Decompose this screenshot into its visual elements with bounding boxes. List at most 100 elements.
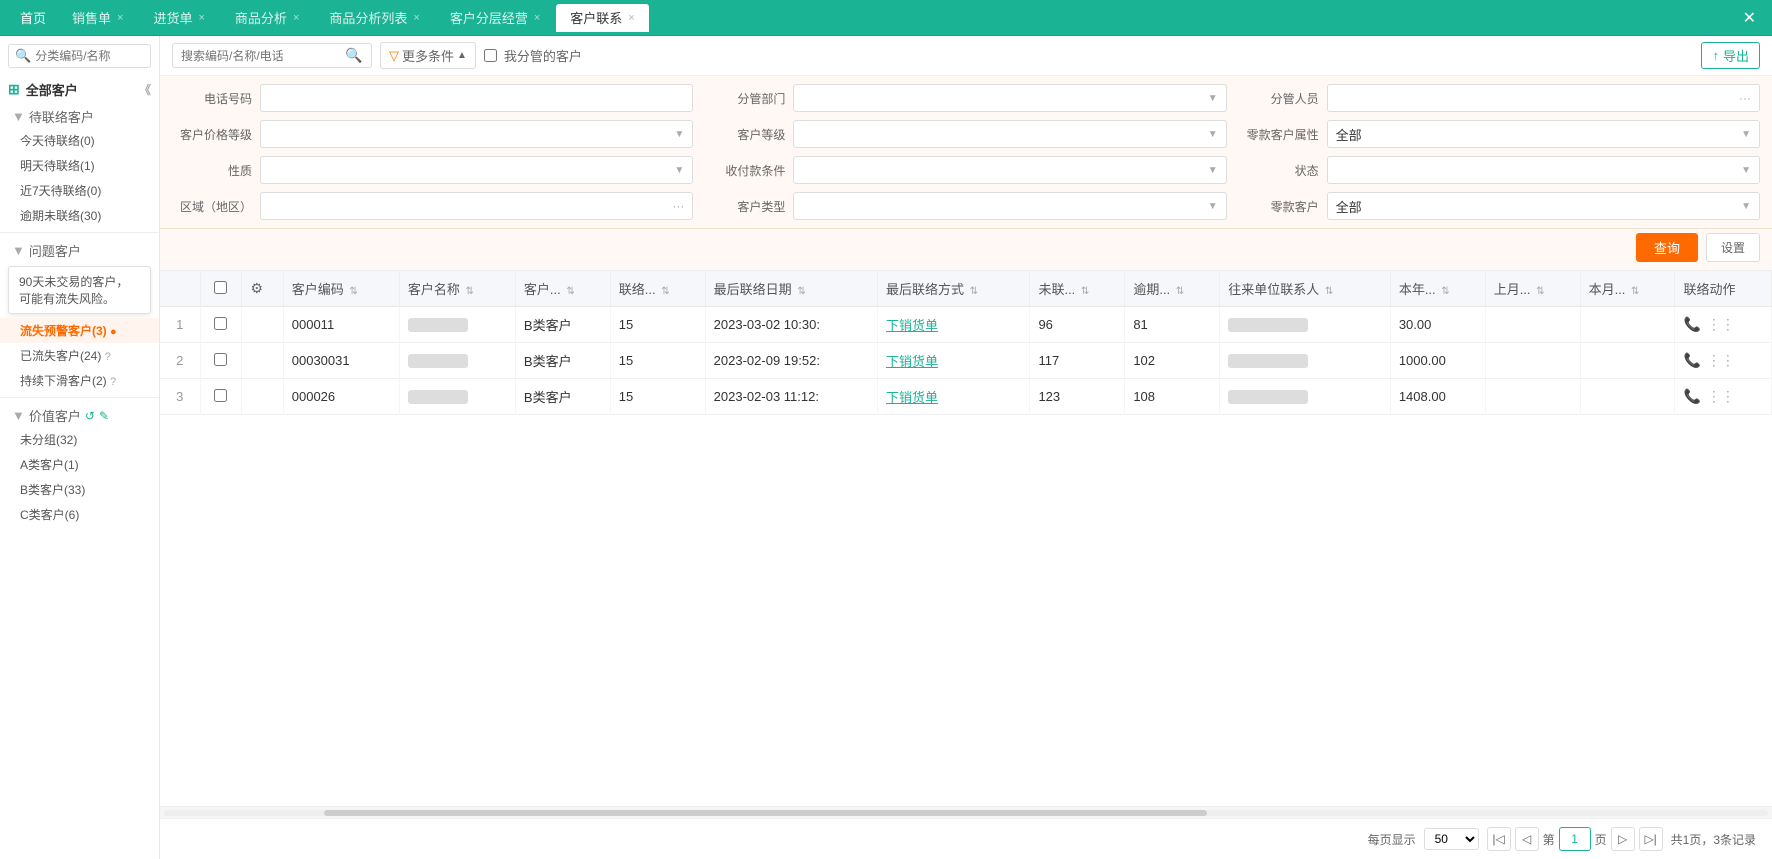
- sort-icon-tm[interactable]: ⇅: [1631, 286, 1639, 297]
- last-contact-way-link[interactable]: 下销货单: [886, 354, 938, 369]
- refresh-icon[interactable]: ↺: [85, 409, 95, 423]
- export-button[interactable]: ↑ 导出: [1701, 42, 1760, 69]
- cell-contact: 15: [610, 307, 705, 343]
- content-area: 🔍 ▽ 更多条件 ▲ 我分管的客户 ↑ 导出 电话号码: [160, 36, 1772, 859]
- sidebar-item-class-c[interactable]: C类客户(6): [0, 502, 159, 527]
- tab-sales[interactable]: 销售单 ×: [58, 4, 137, 32]
- first-page-button[interactable]: |◁: [1487, 827, 1511, 851]
- more-conditions-button[interactable]: ▽ 更多条件 ▲: [380, 42, 476, 69]
- select-all-checkbox[interactable]: [214, 281, 227, 294]
- sort-icon-uc[interactable]: ⇅: [1325, 286, 1333, 297]
- page-number-input[interactable]: [1559, 827, 1591, 851]
- action-phone-icon[interactable]: 📞: [1683, 316, 1700, 333]
- sort-icon-type[interactable]: ⇅: [566, 286, 574, 297]
- phone-input[interactable]: [260, 84, 693, 112]
- search-input[interactable]: [181, 49, 341, 63]
- customer-level-select[interactable]: ▼: [793, 120, 1226, 148]
- action-phone-icon[interactable]: 📞: [1683, 388, 1700, 405]
- section-pending-contact[interactable]: ▼ 待联络客户: [0, 103, 159, 128]
- gender-select[interactable]: ▼: [260, 156, 693, 184]
- query-button[interactable]: 查询: [1636, 233, 1698, 262]
- search-icon[interactable]: 🔍: [345, 47, 362, 64]
- close-tab-sales[interactable]: ×: [117, 12, 123, 24]
- person-select[interactable]: ···: [1327, 84, 1760, 112]
- payment-select[interactable]: ▼: [793, 156, 1226, 184]
- zero-attr-select[interactable]: 全部 ▼: [1327, 120, 1760, 148]
- sidebar-search-input[interactable]: [35, 49, 144, 63]
- row-checkbox[interactable]: [214, 389, 227, 402]
- scrollbar-thumb[interactable]: [324, 810, 1206, 816]
- cell-actions: 📞 ⋮⋮: [1675, 307, 1772, 343]
- col-name: 客户名称 ⇅: [399, 271, 515, 307]
- close-tab-purchase[interactable]: ×: [198, 12, 204, 24]
- cell-unit-contact: [1220, 307, 1391, 343]
- unit-contact-blurred: [1228, 354, 1308, 368]
- tab-customer-contact[interactable]: 客户联系 ×: [556, 4, 648, 32]
- sidebar-item-today-contact[interactable]: 今天待联络(0): [0, 128, 159, 153]
- sidebar-item-7day-contact[interactable]: 近7天待联络(0): [0, 178, 159, 203]
- action-more-icon[interactable]: ⋮⋮: [1707, 352, 1735, 369]
- sort-icon-nc[interactable]: ⇅: [1081, 286, 1089, 297]
- customer-type-select[interactable]: ▼: [793, 192, 1226, 220]
- close-tab-customer-tier[interactable]: ×: [534, 12, 540, 24]
- close-tab-customer-contact[interactable]: ×: [628, 12, 634, 24]
- status-select[interactable]: ▼: [1327, 156, 1760, 184]
- sort-icon-name[interactable]: ⇅: [465, 286, 473, 297]
- close-tab-analysis-list[interactable]: ×: [413, 12, 419, 24]
- my-customers-checkbox[interactable]: [484, 49, 497, 62]
- sidebar-item-ungrouped[interactable]: 未分组(32): [0, 427, 159, 452]
- sort-icon-code[interactable]: ⇅: [349, 286, 357, 297]
- per-page-select[interactable]: 50 100 200: [1424, 828, 1479, 850]
- settings-button[interactable]: 设置: [1706, 233, 1760, 262]
- sidebar-item-overdue-contact[interactable]: 逾期未联络(30): [0, 203, 159, 228]
- next-page-button[interactable]: ▷: [1611, 827, 1635, 851]
- tab-analysis-list[interactable]: 商品分析列表 ×: [315, 4, 433, 32]
- top-tab-bar: 首页 销售单 × 进货单 × 商品分析 × 商品分析列表 × 客户分层经营 × …: [0, 0, 1772, 36]
- action-phone-icon[interactable]: 📞: [1683, 352, 1700, 369]
- sidebar: 🔍 ⊞ 全部客户 《 ▼ 待联络客户 今天待联络(0) 明天待联络(1) 近7天…: [0, 36, 160, 859]
- region-select[interactable]: ···: [260, 192, 693, 220]
- person-dots[interactable]: ···: [1739, 91, 1751, 105]
- tab-purchase[interactable]: 进货单 ×: [139, 4, 218, 32]
- edit-icon[interactable]: ✎: [99, 409, 109, 423]
- action-more-icon[interactable]: ⋮⋮: [1707, 388, 1735, 405]
- zero-customer-select[interactable]: 全部 ▼: [1327, 192, 1760, 220]
- region-dots[interactable]: ···: [672, 199, 684, 213]
- sort-icon-overdue[interactable]: ⇅: [1176, 286, 1184, 297]
- window-close-button[interactable]: ✕: [1735, 4, 1764, 32]
- sidebar-item-declining[interactable]: 持续下滑客户(2) ?: [0, 368, 159, 393]
- close-tab-analysis[interactable]: ×: [293, 12, 299, 24]
- filter-region: 区域（地区） ···: [172, 192, 693, 220]
- tab-customer-tier[interactable]: 客户分层经营 ×: [436, 4, 554, 32]
- cell-gear: [242, 307, 283, 343]
- sort-icon-lcd[interactable]: ⇅: [797, 286, 805, 297]
- sidebar-item-churned[interactable]: 已流失客户(24) ?: [0, 343, 159, 368]
- sidebar-item-class-a[interactable]: A类客户(1): [0, 452, 159, 477]
- price-level-select[interactable]: ▼: [260, 120, 693, 148]
- row-checkbox[interactable]: [214, 353, 227, 366]
- horizontal-scrollbar[interactable]: [160, 806, 1772, 818]
- sidebar-item-tomorrow-contact[interactable]: 明天待联络(1): [0, 153, 159, 178]
- col-code-label: 客户编码: [292, 282, 344, 297]
- customer-name-blurred: [408, 354, 468, 368]
- sidebar-search-box[interactable]: 🔍: [8, 44, 151, 68]
- sort-icon-ty[interactable]: ⇅: [1441, 286, 1449, 297]
- tab-home[interactable]: 首页: [8, 8, 58, 27]
- table-settings-icon[interactable]: ⚙: [250, 280, 263, 296]
- sort-icon-contact[interactable]: ⇅: [661, 286, 669, 297]
- action-more-icon[interactable]: ⋮⋮: [1707, 316, 1735, 333]
- section-problem-customers[interactable]: ▼ 问题客户: [0, 237, 159, 262]
- sort-icon-lm[interactable]: ⇅: [1536, 286, 1544, 297]
- all-customers-header[interactable]: ⊞ 全部客户 《: [0, 76, 159, 103]
- sidebar-item-class-b[interactable]: B类客户(33): [0, 477, 159, 502]
- row-checkbox[interactable]: [214, 317, 227, 330]
- last-page-button[interactable]: ▷|: [1639, 827, 1663, 851]
- last-contact-way-link[interactable]: 下销货单: [886, 390, 938, 405]
- section-value-customers[interactable]: ▼ 价值客户 ↺ ✎: [0, 402, 159, 427]
- last-contact-way-link[interactable]: 下销货单: [886, 318, 938, 333]
- sort-icon-lcw[interactable]: ⇅: [970, 286, 978, 297]
- prev-page-button[interactable]: ◁: [1515, 827, 1539, 851]
- tab-analysis[interactable]: 商品分析 ×: [221, 4, 313, 32]
- sidebar-item-churn-warning[interactable]: 流失预警客户(3) ●: [0, 318, 159, 343]
- dept-select[interactable]: ▼: [793, 84, 1226, 112]
